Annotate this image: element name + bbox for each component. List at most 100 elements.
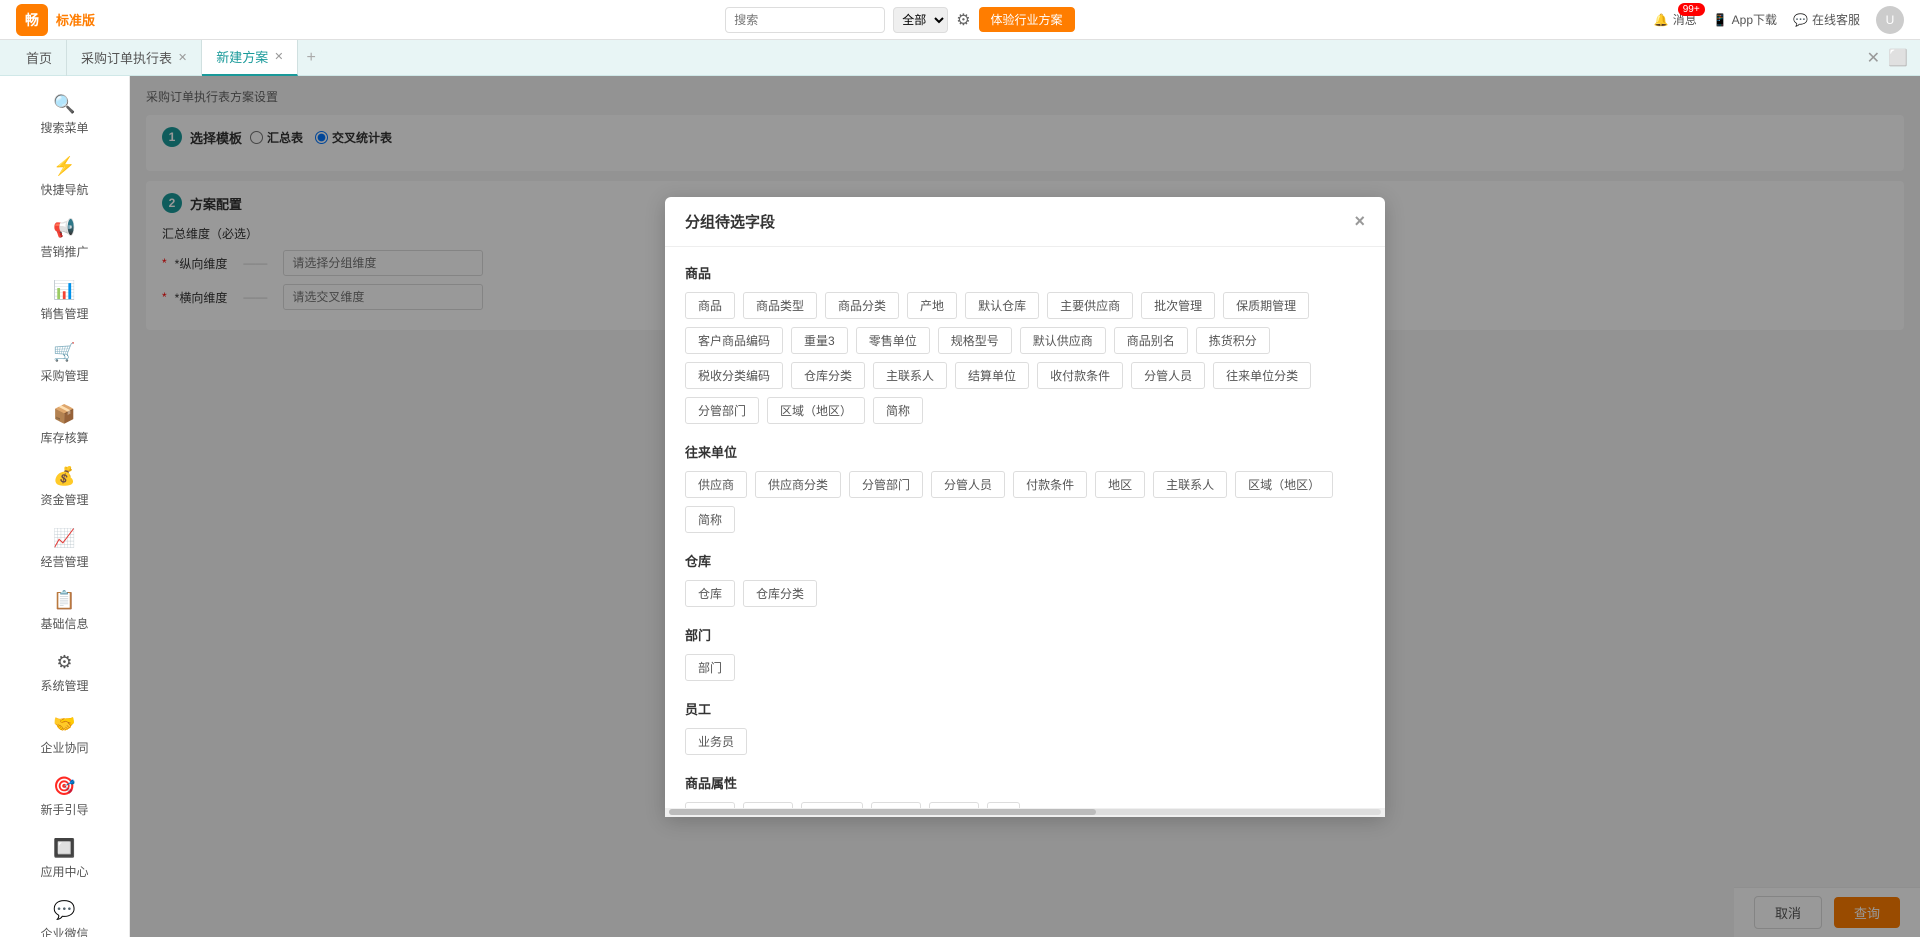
field-tag-attribute[interactable]: 属性 [685, 802, 735, 809]
field-tag-partner-category[interactable]: 往来单位分类 [1213, 362, 1311, 389]
search-input[interactable] [725, 7, 885, 33]
sidebar-item-inventory-label: 库存核算 [40, 429, 88, 446]
tab-home[interactable]: 首页 [12, 40, 67, 76]
field-tag-short-name2[interactable]: 简称 [685, 506, 735, 533]
sidebar-item-operations-label: 经营管理 [40, 553, 88, 570]
field-tag-default-warehouse[interactable]: 默认仓库 [965, 292, 1039, 319]
field-tag-default-supplier[interactable]: 默认供应商 [1020, 327, 1106, 354]
field-tag-warehouse[interactable]: 仓库 [685, 580, 735, 607]
field-tag-manage-person[interactable]: 分管人员 [931, 471, 1005, 498]
modal-hscroll-thumb [669, 809, 1096, 815]
modal-body[interactable]: 商品 商品 商品类型 商品分类 产地 默认仓库 主要供应商 批次管理 保质期管理 [665, 247, 1385, 809]
field-group-product: 商品 商品 商品类型 商品分类 产地 默认仓库 主要供应商 批次管理 保质期管理 [685, 263, 1365, 424]
field-tag-shoe-size[interactable]: 鞋码 [929, 802, 979, 809]
sidebar-item-finance[interactable]: 💰 资金管理 [0, 456, 129, 518]
sidebar-item-apps[interactable]: 🔲 应用中心 [0, 828, 129, 890]
field-tag-one[interactable]: 1 [987, 802, 1020, 809]
field-tag-pay-terms[interactable]: 付款条件 [1013, 471, 1087, 498]
search-select[interactable]: 全部 [893, 7, 948, 33]
tab-bar-expand-icon[interactable]: ⬜ [1888, 48, 1908, 68]
sidebar-item-base-info[interactable]: 📋 基础信息 [0, 580, 129, 642]
field-group-employee: 员工 业务员 [685, 699, 1365, 755]
field-tag-department[interactable]: 部门 [685, 654, 735, 681]
field-tag-spec[interactable]: 规格型号 [938, 327, 1012, 354]
field-tag-alias[interactable]: 商品别名 [1114, 327, 1188, 354]
field-tag-weight[interactable]: 重量3 [791, 327, 848, 354]
sidebar-item-search[interactable]: 🔍 搜索菜单 [0, 84, 129, 146]
tab-purchase-order[interactable]: 采购订单执行表 ✕ [67, 40, 202, 76]
tab-purchase-order-close[interactable]: ✕ [178, 51, 187, 64]
app-download-label: App下载 [1732, 11, 1777, 28]
field-tag-shelf-life[interactable]: 保质期管理 [1223, 292, 1309, 319]
field-tag-supplier-category[interactable]: 供应商分类 [755, 471, 841, 498]
field-tag-pick-points[interactable]: 拣货积分 [1196, 327, 1270, 354]
field-tag-product-type[interactable]: 商品类型 [743, 292, 817, 319]
tab-bar: 首页 采购订单执行表 ✕ 新建方案 ✕ + ✕ ⬜ [0, 40, 1920, 76]
modal-header: 分组待选字段 × [665, 197, 1385, 247]
base-info-icon: 📋 [53, 590, 75, 611]
field-tag-multi-spec[interactable]: 多规格 [801, 802, 863, 809]
sidebar-item-marketing[interactable]: 📢 营销推广 [0, 208, 129, 270]
tab-add-icon[interactable]: + [306, 49, 315, 67]
field-group-department-title: 部门 [685, 625, 1365, 644]
sidebar-item-inventory[interactable]: 📦 库存核算 [0, 394, 129, 456]
field-tag-color[interactable]: 颜色 [743, 802, 793, 809]
modal-horizontal-scrollbar[interactable] [665, 808, 1385, 816]
field-tag-region[interactable]: 区域（地区） [767, 397, 865, 424]
sidebar-item-guide-label: 新手引导 [40, 801, 88, 818]
employee-field-tags: 业务员 [685, 728, 1365, 755]
field-tag-supervisor[interactable]: 分管人员 [1131, 362, 1205, 389]
sidebar-item-collab[interactable]: 🤝 企业协同 [0, 704, 129, 766]
sidebar-item-purchase-label: 采购管理 [40, 367, 88, 384]
sidebar-item-operations[interactable]: 📈 经营管理 [0, 518, 129, 580]
sidebar-item-sales[interactable]: 📊 销售管理 [0, 270, 129, 332]
sidebar-item-wechat-label: 企业微信 [40, 925, 88, 937]
online-service-nav[interactable]: 💬 在线客服 [1793, 11, 1860, 28]
field-tag-dept[interactable]: 分管部门 [685, 397, 759, 424]
field-tag-supplier[interactable]: 供应商 [685, 471, 747, 498]
field-tag-origin[interactable]: 产地 [907, 292, 957, 319]
field-tag-customer-code[interactable]: 客户商品编码 [685, 327, 783, 354]
field-tag-warehouse-cat[interactable]: 仓库分类 [743, 580, 817, 607]
field-tag-manage-dept[interactable]: 分管部门 [849, 471, 923, 498]
field-tag-product-category[interactable]: 商品分类 [825, 292, 899, 319]
field-tag-payment-terms[interactable]: 收付款条件 [1037, 362, 1123, 389]
sidebar-item-purchase[interactable]: 🛒 采购管理 [0, 332, 129, 394]
field-tag-salesperson[interactable]: 业务员 [685, 728, 747, 755]
field-tag-short-name[interactable]: 简称 [873, 397, 923, 424]
system-icon: ⚙ [56, 652, 72, 673]
field-tag-tax-code[interactable]: 税收分类编码 [685, 362, 783, 389]
quicknav-icon: ⚡ [53, 156, 75, 177]
field-tag-settlement-unit[interactable]: 结算单位 [955, 362, 1029, 389]
field-tag-main-contact2[interactable]: 主联系人 [1153, 471, 1227, 498]
field-tag-size[interactable]: 尺码 [871, 802, 921, 809]
field-tag-main-supplier[interactable]: 主要供应商 [1047, 292, 1133, 319]
tab-bar-close-icon[interactable]: ✕ [1867, 48, 1880, 68]
field-tag-area[interactable]: 地区 [1095, 471, 1145, 498]
field-tag-warehouse-category[interactable]: 仓库分类 [791, 362, 865, 389]
tab-new-plan-close[interactable]: ✕ [274, 50, 283, 63]
tab-new-plan[interactable]: 新建方案 ✕ [202, 40, 298, 76]
modal-close-button[interactable]: × [1354, 211, 1365, 232]
experience-button[interactable]: 体验行业方案 [979, 7, 1075, 32]
field-tag-product[interactable]: 商品 [685, 292, 735, 319]
sidebar-item-system[interactable]: ⚙ 系统管理 [0, 642, 129, 704]
sidebar-item-guide[interactable]: 🎯 新手引导 [0, 766, 129, 828]
field-tag-main-contact[interactable]: 主联系人 [873, 362, 947, 389]
avatar[interactable]: U [1876, 6, 1904, 34]
field-tag-retail-unit[interactable]: 零售单位 [856, 327, 930, 354]
message-icon: 🔔 [1654, 13, 1669, 27]
field-tag-region2[interactable]: 区域（地区） [1235, 471, 1333, 498]
sidebar-item-quicknav-label: 快捷导航 [40, 181, 88, 198]
product-field-tags: 商品 商品类型 商品分类 产地 默认仓库 主要供应商 批次管理 保质期管理 客户… [685, 292, 1365, 424]
sidebar-item-marketing-label: 营销推广 [40, 243, 88, 260]
field-tag-batch-mgmt[interactable]: 批次管理 [1141, 292, 1215, 319]
app-wrapper: 畅 标准版 全部 ⚙ 体验行业方案 🔔 消息 99+ 📱 App下载 💬 在线 [0, 0, 1920, 937]
message-nav[interactable]: 🔔 消息 99+ [1654, 11, 1697, 28]
modal-dialog: 分组待选字段 × 商品 商品 商品类型 商品分类 产地 默认仓 [665, 197, 1385, 817]
field-group-employee-title: 员工 [685, 699, 1365, 718]
app-download-nav[interactable]: 📱 App下载 [1713, 11, 1777, 28]
sidebar-item-quicknav[interactable]: ⚡ 快捷导航 [0, 146, 129, 208]
sidebar-item-wechat[interactable]: 💬 企业微信 [0, 890, 129, 937]
gear-icon[interactable]: ⚙ [956, 10, 970, 30]
